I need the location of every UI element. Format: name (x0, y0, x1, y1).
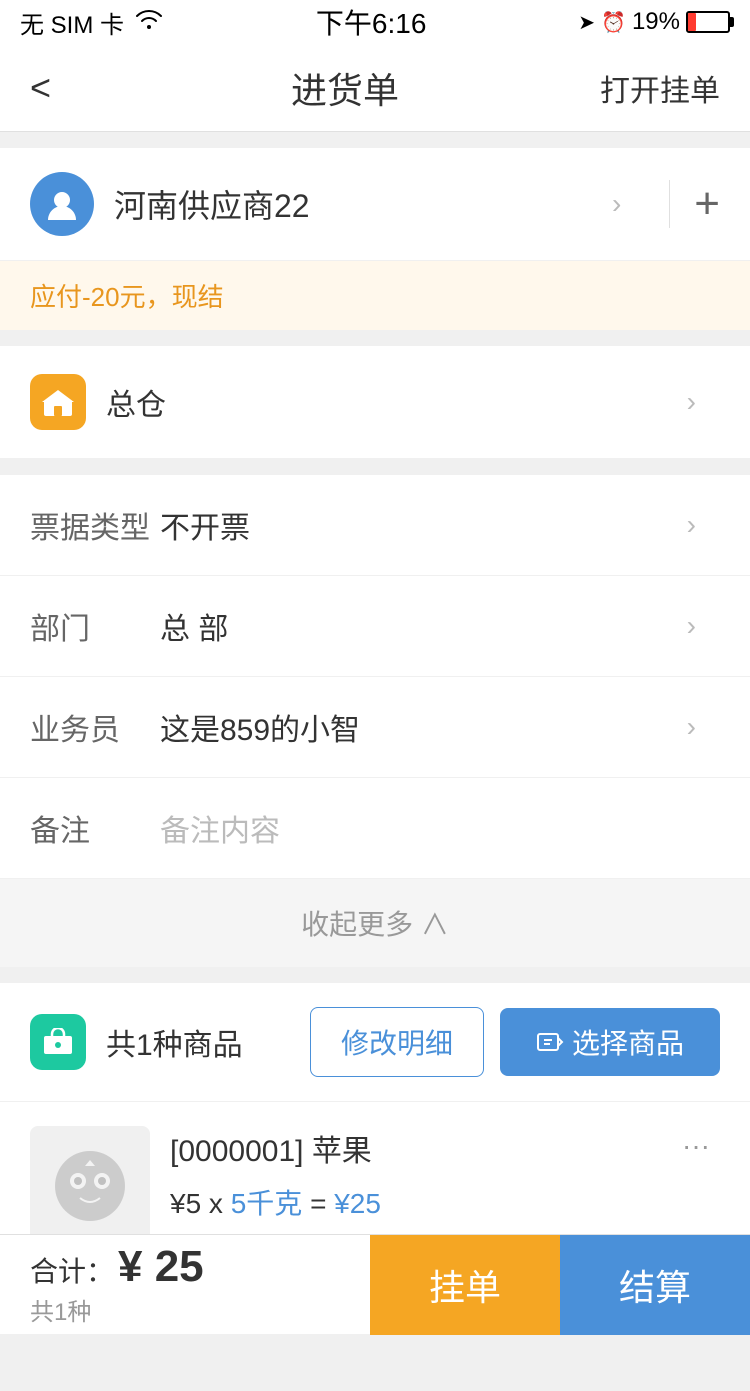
alarm-icon: ⏰ (601, 10, 626, 35)
product-section: 共1种商品 修改明细 选择商品 (0, 983, 750, 1271)
supplier-avatar (30, 172, 94, 236)
product-price: ¥5 x 5千克 = ¥25 (170, 1182, 672, 1222)
salesman-chevron-icon: › (687, 711, 696, 743)
dept-row[interactable]: 部门 总 部 › (0, 576, 750, 677)
footer: 合计： ¥ 25 共1种 挂单 结算 (0, 1234, 750, 1334)
product-count-label: 共1种商品 (106, 1020, 310, 1064)
invoice-chevron-icon: › (687, 509, 696, 541)
wifi-icon (134, 8, 164, 37)
warehouse-icon (30, 374, 86, 430)
status-left: 无 SIM 卡 (20, 5, 164, 40)
select-product-label: 选择商品 (572, 1022, 684, 1062)
salesman-value: 这是859的小智 (160, 705, 687, 749)
supplier-divider (669, 180, 670, 228)
product-info: [0000001] 苹果 ¥5 x 5千克 = ¥25 (170, 1126, 672, 1222)
salesman-label: 业务员 (30, 705, 160, 749)
warehouse-name: 总仓 (106, 380, 687, 424)
select-product-button[interactable]: 选择商品 (500, 1008, 720, 1076)
total-amount: ¥ 25 (118, 1242, 204, 1292)
supplier-notice: 应付-20元，现结 (0, 261, 750, 330)
battery-icon (686, 11, 730, 33)
note-row[interactable]: 备注 备注内容 (0, 778, 750, 879)
note-label: 备注 (30, 806, 160, 850)
page-title: 进货单 (291, 62, 399, 114)
open-pending-button[interactable]: 打开挂单 (600, 66, 720, 110)
location-icon: ➤ (578, 10, 595, 35)
supplier-name: 河南供应商22 (114, 181, 612, 227)
form-section: 票据类型 不开票 › 部门 总 部 › 业务员 这是859的小智 › 备注 备注… (0, 475, 750, 879)
salesman-row[interactable]: 业务员 这是859的小智 › (0, 677, 750, 778)
supplier-section: 河南供应商22 › + 应付-20元，现结 (0, 148, 750, 330)
warehouse-row[interactable]: 总仓 › (0, 346, 750, 459)
dept-chevron-icon: › (687, 610, 696, 642)
pend-button[interactable]: 挂单 (370, 1235, 560, 1335)
edit-detail-button[interactable]: 修改明细 (310, 1007, 484, 1077)
settle-button[interactable]: 结算 (560, 1235, 750, 1335)
status-bar: 无 SIM 卡 下午6:16 ➤ ⏰ 19% (0, 0, 750, 44)
back-button[interactable]: < (30, 67, 90, 109)
product-header: 共1种商品 修改明细 选择商品 (0, 983, 750, 1102)
collapse-toggle-button[interactable]: 收起更多 ∧ (0, 879, 750, 967)
battery-label: 19% (632, 8, 680, 36)
product-icon (30, 1014, 86, 1070)
total-label: 合计： (30, 1250, 114, 1290)
total-sub-label: 共1种 (30, 1292, 340, 1327)
supplier-chevron-icon: › (612, 188, 621, 220)
warehouse-section: 总仓 › (0, 346, 750, 459)
status-right: ➤ ⏰ 19% (578, 8, 730, 36)
dept-value: 总 部 (160, 604, 687, 648)
warehouse-chevron-icon: › (687, 386, 696, 418)
supplier-row[interactable]: 河南供应商22 › + (0, 148, 750, 261)
note-value[interactable]: 备注内容 (160, 806, 720, 850)
nav-bar: < 进货单 打开挂单 (0, 44, 750, 132)
product-more-button[interactable]: ··· (672, 1126, 720, 1166)
invoice-row[interactable]: 票据类型 不开票 › (0, 475, 750, 576)
invoice-value: 不开票 (160, 503, 687, 547)
invoice-label: 票据类型 (30, 503, 160, 547)
status-time: 下午6:16 (316, 2, 427, 42)
product-name: [0000001] 苹果 (170, 1126, 672, 1170)
carrier-label: 无 SIM 卡 (20, 5, 124, 40)
product-thumbnail (30, 1126, 150, 1246)
footer-total: 合计： ¥ 25 共1种 (0, 1242, 370, 1327)
dept-label: 部门 (30, 604, 160, 648)
add-supplier-button[interactable]: + (694, 182, 720, 226)
collapse-toggle-label: 收起更多 ∧ (301, 909, 449, 940)
